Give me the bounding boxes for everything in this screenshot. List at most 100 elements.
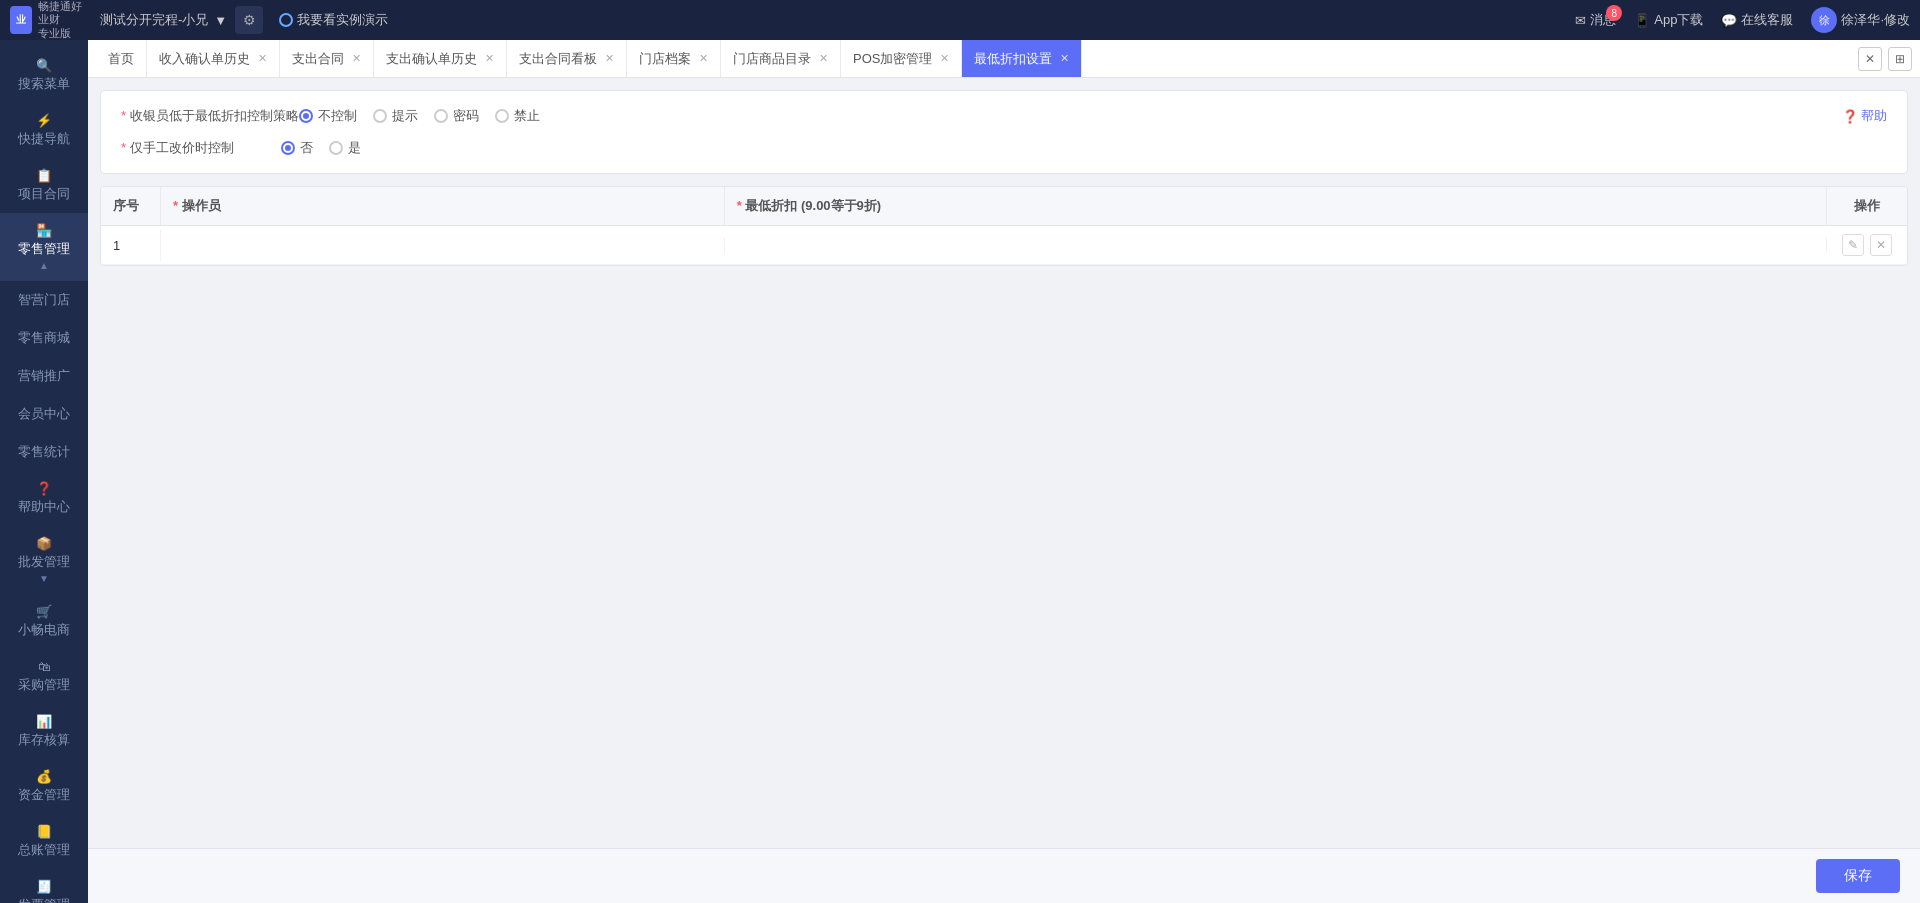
tab-payment-board[interactable]: 支出合同看板 ✕ — [507, 40, 627, 78]
contract-icon: 📋 — [36, 168, 52, 183]
tab-pos-password[interactable]: POS加密管理 ✕ — [841, 40, 962, 78]
sidebar-item-ecommerce[interactable]: 🛒 小畅电商 — [0, 594, 88, 649]
user-name: 徐泽华·修改 — [1841, 11, 1910, 29]
tab-pos-password-label: POS加密管理 — [853, 50, 932, 68]
tab-payment-confirm[interactable]: 支出确认单历史 ✕ — [374, 40, 507, 78]
sidebar-item-invoice-manage[interactable]: 🧾 发票管理 — [0, 869, 88, 903]
help-link[interactable]: ❓ 帮助 — [1842, 107, 1887, 125]
project-selector[interactable]: 测试分开完程-小兄 ▼ — [100, 11, 227, 29]
settings-button[interactable]: ⚙ — [235, 6, 263, 34]
retail-icon: 🏪 — [36, 223, 52, 238]
tab-store-file[interactable]: 门店档案 ✕ — [627, 40, 721, 78]
page-footer: 保存 — [88, 848, 1920, 903]
sidebar-label-purchase-manage: 采购管理 — [18, 676, 70, 694]
logo-icon: 业 — [10, 6, 32, 34]
radio-password-label: 密码 — [453, 107, 479, 125]
sidebar-label-wholesale-manage: 批发管理 — [18, 553, 70, 571]
sidebar-label-ecommerce: 小畅电商 — [18, 621, 70, 639]
online-service-button[interactable]: 💬 在线客服 — [1721, 11, 1793, 29]
chevron-down-icon: ▼ — [39, 573, 49, 584]
tab-payment-board-label: 支出合同看板 — [519, 50, 597, 68]
gear-icon: ⚙ — [243, 12, 256, 28]
sidebar-item-smart-store[interactable]: 智营门店 — [0, 281, 88, 319]
close-tab-payment-contract[interactable]: ✕ — [352, 52, 361, 65]
tab-home[interactable]: 首页 — [96, 40, 147, 78]
app-download-button[interactable]: 📱 App下载 — [1634, 11, 1703, 29]
sidebar-item-ledger-manage[interactable]: 📒 总账管理 — [0, 814, 88, 869]
close-tab-pos-password[interactable]: ✕ — [940, 52, 949, 65]
radio-forbid[interactable]: 禁止 — [495, 107, 540, 125]
ledger-icon: 📒 — [36, 824, 52, 839]
action-icons: ✎ ✕ — [1839, 234, 1895, 256]
sidebar-item-search[interactable]: 🔍 搜索菜单 — [0, 48, 88, 103]
sidebar-label-invoice-manage: 发票管理 — [18, 896, 70, 903]
required-star: * — [121, 108, 130, 123]
tab-income-confirm[interactable]: 收入确认单历史 ✕ — [147, 40, 280, 78]
close-tab-min-discount[interactable]: ✕ — [1060, 52, 1069, 65]
project-name: 测试分开完程-小兄 — [100, 11, 208, 29]
ecommerce-icon: 🛒 — [36, 604, 52, 619]
radio-manual-no-label: 否 — [300, 139, 313, 157]
sidebar-item-marketing[interactable]: 营销推广 — [0, 357, 88, 395]
sidebar-label-ledger-manage: 总账管理 — [18, 841, 70, 859]
radio-manual-no-dot — [281, 141, 295, 155]
expand-tabs-button[interactable]: ⊞ — [1888, 47, 1912, 71]
sidebar-item-retail-stats[interactable]: 零售统计 — [0, 433, 88, 471]
required-star3: * — [173, 198, 182, 213]
tab-store-file-label: 门店档案 — [639, 50, 691, 68]
sidebar-item-help-center[interactable]: ❓ 帮助中心 — [0, 471, 88, 526]
tab-store-goods[interactable]: 门店商品目录 ✕ — [721, 40, 841, 78]
sidebar-item-inventory[interactable]: 📊 库存核算 — [0, 704, 88, 759]
tab-income-confirm-label: 收入确认单历史 — [159, 50, 250, 68]
close-tab-income-confirm[interactable]: ✕ — [258, 52, 267, 65]
table-row: 1 ✎ ✕ — [101, 226, 1907, 265]
sidebar-item-fund-manage[interactable]: 💰 资金管理 — [0, 759, 88, 814]
demo-circle-icon — [279, 13, 293, 27]
app-logo: 业 畅捷通好业财 专业版 — [10, 0, 90, 40]
close-tab-store-file[interactable]: ✕ — [699, 52, 708, 65]
sidebar-item-purchase-manage[interactable]: 🛍 采购管理 — [0, 649, 88, 704]
sidebar-item-retail-mall[interactable]: 零售商城 — [0, 319, 88, 357]
sidebar-label-fund-manage: 资金管理 — [18, 786, 70, 804]
radio-manual-yes[interactable]: 是 — [329, 139, 361, 157]
sidebar-label-quick-nav: 快捷导航 — [18, 130, 70, 148]
content-area: 首页 收入确认单历史 ✕ 支出合同 ✕ 支出确认单历史 ✕ 支出合同看板 ✕ 门… — [88, 40, 1920, 903]
sidebar-item-project-contract[interactable]: 📋 项目合同 — [0, 158, 88, 213]
tab-payment-contract-label: 支出合同 — [292, 50, 344, 68]
sidebar-item-wholesale-manage[interactable]: 📦 批发管理 ▼ — [0, 526, 88, 594]
logo-text: 畅捷通好业财 专业版 — [38, 0, 90, 40]
table-cell-discount — [725, 237, 1827, 253]
messages-button[interactable]: ✉ 消息 8 — [1575, 11, 1616, 29]
tab-min-discount-setting[interactable]: 最低折扣设置 ✕ — [962, 40, 1082, 78]
close-tab-store-goods[interactable]: ✕ — [819, 52, 828, 65]
sidebar-label-retail-mall: 零售商城 — [18, 329, 70, 347]
sidebar-item-member-center[interactable]: 会员中心 — [0, 395, 88, 433]
main-layout: 🔍 搜索菜单 ⚡ 快捷导航 📋 项目合同 🏪 零售管理 ▲ 智营门店 零售商城 … — [0, 40, 1920, 903]
close-tab-payment-confirm[interactable]: ✕ — [485, 52, 494, 65]
tab-payment-contract[interactable]: 支出合同 ✕ — [280, 40, 374, 78]
sidebar-item-retail-manage[interactable]: 🏪 零售管理 ▲ — [0, 213, 88, 281]
close-tab-payment-board[interactable]: ✕ — [605, 52, 614, 65]
tab-payment-confirm-label: 支出确认单历史 — [386, 50, 477, 68]
close-all-tabs-button[interactable]: ✕ — [1858, 47, 1882, 71]
radio-no-control[interactable]: 不控制 — [299, 107, 357, 125]
topbar-right: ✉ 消息 8 📱 App下载 💬 在线客服 徐 徐泽华·修改 — [1575, 7, 1910, 33]
chevron-up-icon: ▲ — [39, 260, 49, 271]
radio-manual-no[interactable]: 否 — [281, 139, 313, 157]
manual-price-label: * 仅手工改价时控制 — [121, 139, 281, 157]
radio-hint[interactable]: 提示 — [373, 107, 418, 125]
sidebar-item-quick-nav[interactable]: ⚡ 快捷导航 — [0, 103, 88, 158]
user-profile-button[interactable]: 徐 徐泽华·修改 — [1811, 7, 1910, 33]
sidebar-label-help-center: 帮助中心 — [18, 498, 70, 516]
delete-row-button[interactable]: ✕ — [1870, 234, 1892, 256]
radio-manual-yes-dot — [329, 141, 343, 155]
manual-price-radio-group: 否 是 — [281, 139, 361, 157]
topbar: 业 畅捷通好业财 专业版 测试分开完程-小兄 ▼ ⚙ 我要看实例演示 ✉ 消息 … — [0, 0, 1920, 40]
required-star2: * — [121, 140, 130, 155]
table-col-discount: * 最低折扣 (9.00等于9折) — [725, 187, 1827, 225]
edit-row-button[interactable]: ✎ — [1842, 234, 1864, 256]
demo-link[interactable]: 我要看实例演示 — [279, 11, 388, 29]
radio-password[interactable]: 密码 — [434, 107, 479, 125]
save-button[interactable]: 保存 — [1816, 859, 1900, 893]
manual-price-row: * 仅手工改价时控制 否 是 — [121, 139, 1887, 157]
